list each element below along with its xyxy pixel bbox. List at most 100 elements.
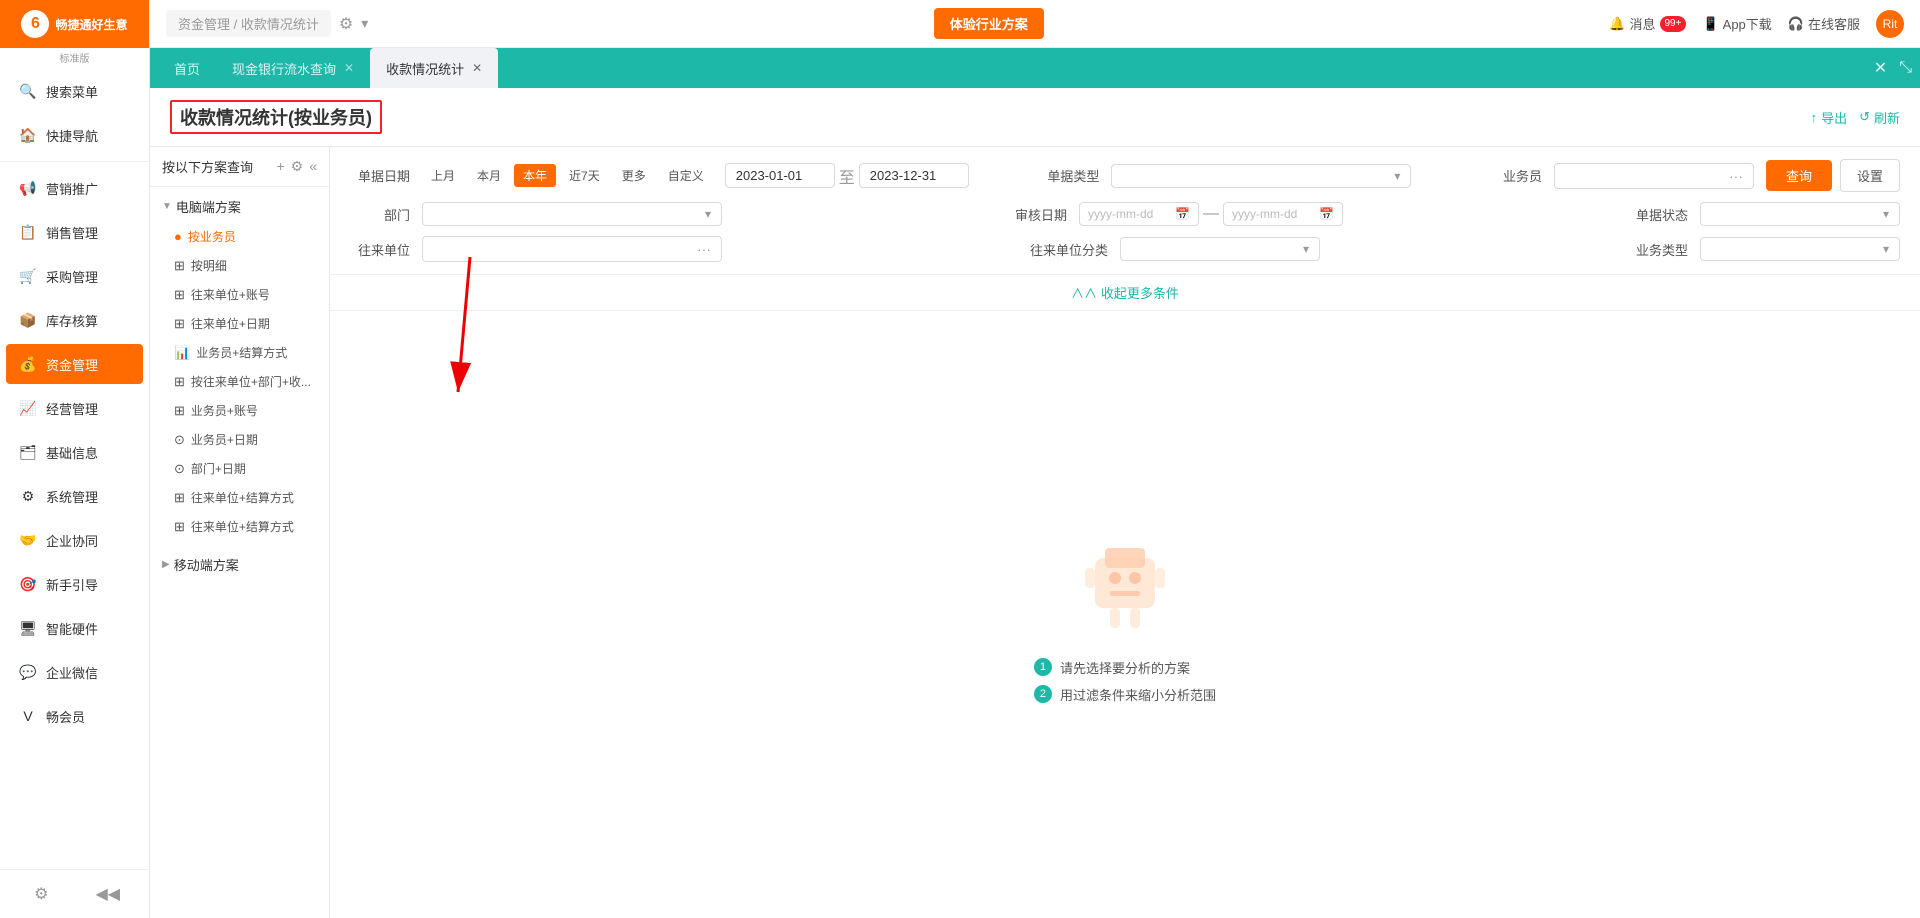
tab-expand-icon[interactable]: ⤡ [1899,59,1912,77]
filter-row-3: 往来单位 ··· 往来单位分类 ▾ 业务类型 [350,236,1900,262]
filter-row-2: 部门 ▾ 审核日期 yyyy-mm-dd 📅 — [350,202,1900,226]
doc-type-chevron: ▾ [1394,169,1400,183]
headset-icon: 🎧 [1788,16,1804,32]
content-area: 收款情况统计(按业务员) ↑ 导出 ↺ 刷新 按以下方案查询 + [150,88,1920,918]
salesperson-dropdown[interactable]: ··· [1554,163,1754,189]
dropdown-icon[interactable]: ▾ [361,15,368,32]
doc-status-dropdown[interactable]: ▾ [1700,202,1900,226]
date-btn-last-month[interactable]: 上月 [422,164,464,187]
sidebar-item-basic[interactable]: 🗂 基础信息 [6,432,143,472]
scheme-panel-header: 按以下方案查询 + ⚙ « [150,147,329,187]
salesperson-more-icon[interactable]: ··· [1729,168,1743,184]
tab-home[interactable]: 首页 [158,59,216,78]
sidebar-item-search[interactable]: 🔍 搜索菜单 [6,71,143,111]
scheme-collapse-btn[interactable]: « [309,158,317,175]
export-btn[interactable]: ↑ 导出 [1811,108,1848,127]
tab-collection[interactable]: 收款情况统计 ✕ [370,48,498,88]
add-scheme-btn[interactable]: + [276,158,284,175]
doc-type-dropdown[interactable]: ▾ [1111,164,1411,188]
data-area: 1 请先选择要分析的方案 2 用过滤条件来缩小分析范围 [330,311,1920,918]
user-name: Rit [1883,17,1898,31]
date-btn-more[interactable]: 更多 [613,164,655,187]
sidebar-item-business[interactable]: 📈 经营管理 [6,388,143,428]
desktop-group-title[interactable]: ▼ 电脑端方案 [150,191,329,222]
setting-btn[interactable]: 设置 [1840,159,1900,192]
sidebar-item-marketing[interactable]: 📢 营销推广 [6,168,143,208]
query-btn[interactable]: 查询 [1766,160,1832,191]
scheme-item-counterpart-dept[interactable]: ⊞ 按往来单位+部门+收... [150,367,329,396]
sales-icon: 📋 [18,222,38,242]
sidebar-item-shortcut[interactable]: 🏠 快捷导航 [6,115,143,155]
scheme-item-counterpart-account[interactable]: ⊞ 往来单位+账号 [150,280,329,309]
online-service-label: 在线客服 [1808,14,1860,33]
scheme-item-salesperson-date[interactable]: ⊙ 业务员+日期 [150,425,329,454]
sidebar-item-guide[interactable]: 🎯 新手引导 [6,564,143,604]
desktop-scheme-group: ▼ 电脑端方案 ● 按业务员 ⊞ 按明细 ⊞ 往来单位+账号 [150,187,329,545]
date-btn-this-year[interactable]: 本年 [514,164,556,187]
sidebar-item-enterprise[interactable]: 🤝 企业协同 [6,520,143,560]
audit-separator: — [1203,205,1219,223]
scheme-item-counterpart-settlement2[interactable]: ⊞ 往来单位+结算方式 [150,512,329,541]
finance-icon: 💰 [18,354,38,374]
trial-btn[interactable]: 体验行业方案 [934,8,1044,39]
date-btn-7days[interactable]: 近7天 [560,164,609,187]
doc-status-chevron: ▾ [1883,207,1889,221]
business-type-dropdown[interactable]: ▾ [1700,237,1900,261]
notification-item[interactable]: 🔔 消息 99+ [1609,14,1686,33]
sidebar-item-member[interactable]: V 畅会员 [6,696,143,736]
scheme-item-counterpart-date[interactable]: ⊞ 往来单位+日期 [150,309,329,338]
sidebar-item-wechat[interactable]: 💬 企业微信 [6,652,143,692]
sidebar-item-inventory[interactable]: 📦 库存核算 [6,300,143,340]
sidebar: 6 畅捷通好生意 标准版 🔍 搜索菜单 🏠 快捷导航 📢 营销推广 📋 销售管理… [0,0,150,918]
tab-close-collection[interactable]: ✕ [472,61,482,75]
gear-icon[interactable]: ⚙ [339,14,353,34]
tab-close-all-icon[interactable]: ✕ [1874,58,1887,78]
sidebar-item-sales[interactable]: 📋 销售管理 [6,212,143,252]
counterpart-category-chevron: ▾ [1303,242,1309,256]
right-panel: 单据日期 上月 本月 本年 近7天 更多 自定义 至 [330,147,1920,918]
user-avatar[interactable]: Rit [1876,10,1904,38]
basic-icon: 🗂 [18,442,38,462]
tab-bar-right: ✕ ⤡ [1874,58,1912,78]
refresh-btn[interactable]: ↺ 刷新 [1859,108,1900,127]
audit-date-start-input[interactable]: yyyy-mm-dd 📅 [1079,202,1199,226]
settings-bottom-btn[interactable]: ⚙ [25,878,57,910]
guide-icon: 🎯 [18,574,38,594]
sidebar-item-hardware[interactable]: 🖥 智能硬件 [6,608,143,648]
header-right: 🔔 消息 99+ 📱 App下载 🎧 在线客服 Rit [1609,10,1904,38]
scheme-panel-actions: + ⚙ « [276,158,317,175]
sidebar-item-system[interactable]: ⚙ 系统管理 [6,476,143,516]
date-btn-custom[interactable]: 自定义 [659,164,713,187]
scheme-panel: 按以下方案查询 + ⚙ « ▼ 电脑端方案 ● 按业务员 [150,147,330,918]
sidebar-item-purchase[interactable]: 🛒 采购管理 [6,256,143,296]
main-container: 资金管理 / 收款情况统计 ⚙ ▾ 体验行业方案 🔔 消息 99+ 📱 App下… [150,0,1920,918]
scheme-item-by-salesperson[interactable]: ● 按业务员 [150,222,329,251]
scheme-settings-btn[interactable]: ⚙ [291,158,304,175]
audit-date-end-input[interactable]: yyyy-mm-dd 📅 [1223,202,1343,226]
app-name: 畅捷通好生意 [55,16,127,33]
dept-dropdown[interactable]: ▾ [422,202,722,226]
mobile-group-title[interactable]: ▶ 移动端方案 [150,549,329,580]
scheme-item-counterpart-settlement1[interactable]: ⊞ 往来单位+结算方式 [150,483,329,512]
tab-cashflow[interactable]: 现金银行流水查询 ✕ [216,48,370,88]
app-download-item[interactable]: 📱 App下载 [1702,14,1771,33]
dept-chevron: ▾ [705,207,711,221]
scheme-item-salesperson-settlement[interactable]: 📊 业务员+结算方式 [150,338,329,367]
counterpart-dropdown[interactable]: ··· [422,236,722,262]
filter-area: 单据日期 上月 本月 本年 近7天 更多 自定义 至 [330,147,1920,275]
scheme-item-dept-date[interactable]: ⊙ 部门+日期 [150,454,329,483]
collapse-sidebar-btn[interactable]: ◀◀ [92,878,124,910]
top-header: 资金管理 / 收款情况统计 ⚙ ▾ 体验行业方案 🔔 消息 99+ 📱 App下… [150,0,1920,48]
sidebar-item-finance[interactable]: 💰 资金管理 [6,344,143,384]
collapse-more-btn[interactable]: ∧∧ 收起更多条件 [330,275,1920,311]
hardware-icon: 🖥 [18,618,38,638]
online-service-item[interactable]: 🎧 在线客服 [1788,14,1860,33]
tab-close-cashflow[interactable]: ✕ [344,61,354,75]
scheme-item-salesperson-account[interactable]: ⊞ 业务员+账号 [150,396,329,425]
counterpart-category-dropdown[interactable]: ▾ [1120,237,1320,261]
date-start-input[interactable] [725,163,835,188]
counterpart-more-icon[interactable]: ··· [697,241,711,257]
date-end-input[interactable] [859,163,969,188]
scheme-item-by-detail[interactable]: ⊞ 按明细 [150,251,329,280]
date-btn-this-month[interactable]: 本月 [468,164,510,187]
